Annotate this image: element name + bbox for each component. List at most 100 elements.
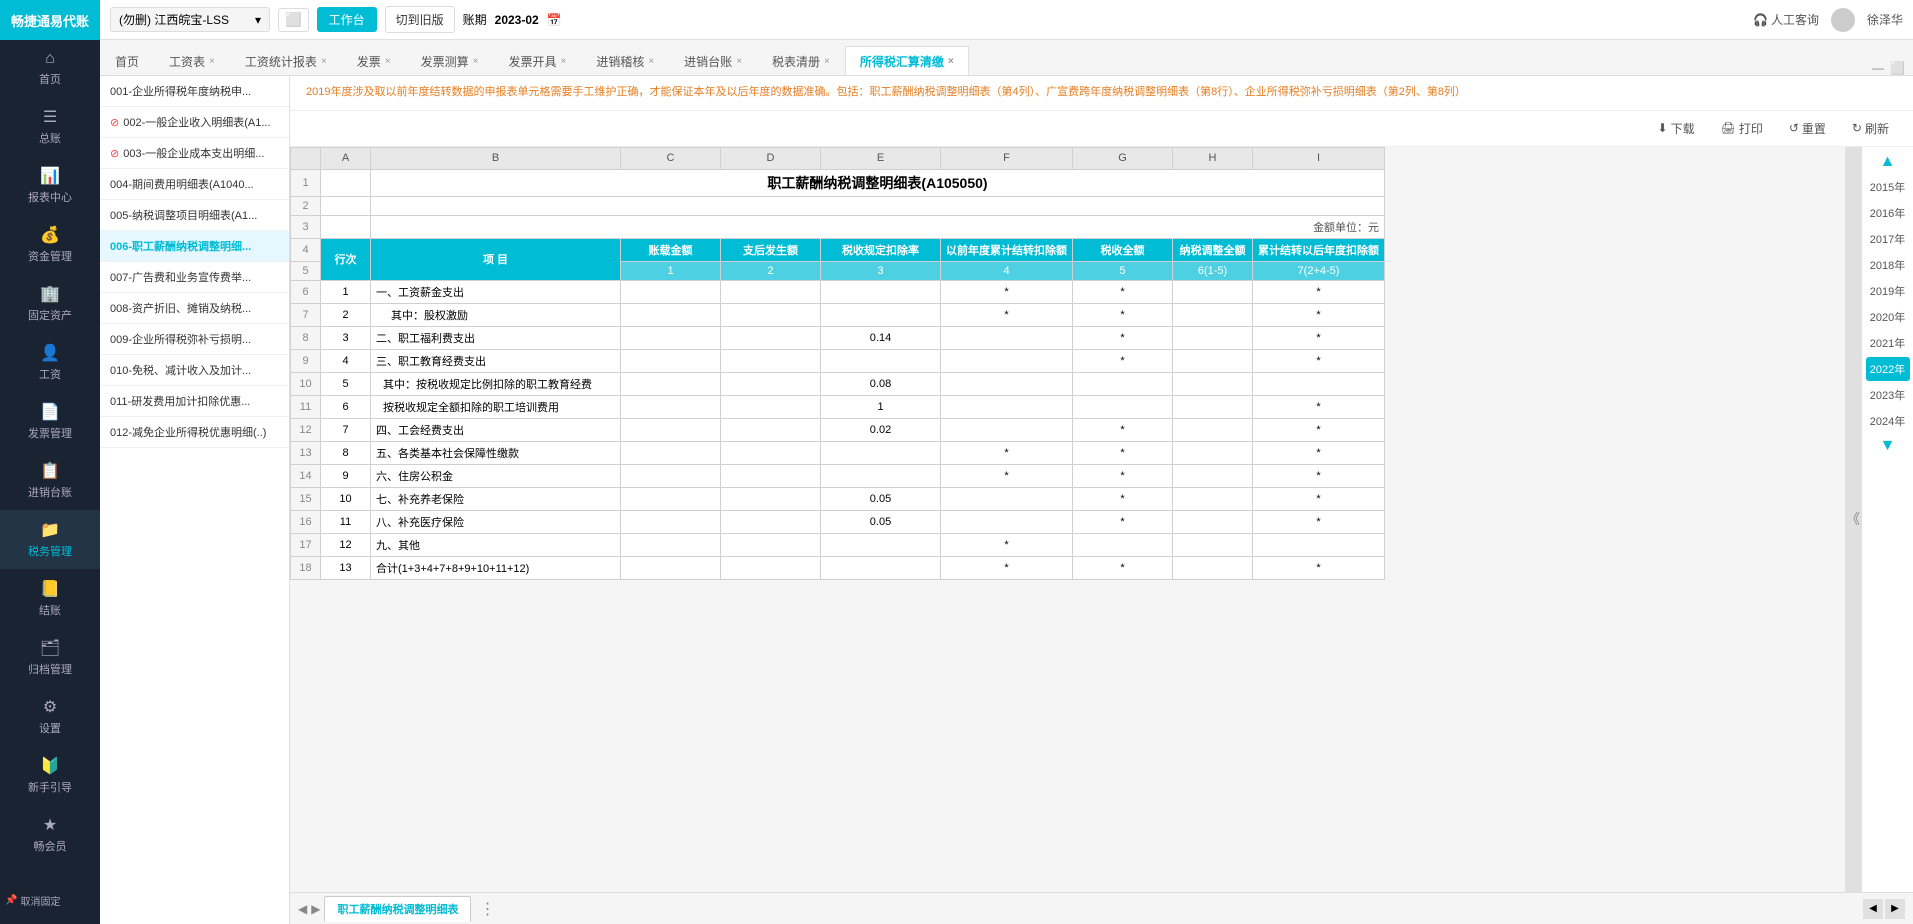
cell-c5[interactable]: * <box>1073 326 1173 349</box>
year-item-2017[interactable]: 2017年 <box>1866 227 1910 251</box>
scroll-right-btn[interactable]: ▶ <box>1885 899 1905 919</box>
cell-label[interactable]: 其中：按税收规定比例扣除的职工教育经费 <box>371 372 621 395</box>
sidebar-item-archive[interactable]: 🗂 归档管理 <box>0 628 100 687</box>
cell-num[interactable]: 7 <box>321 418 371 441</box>
sidebar-item-settings[interactable]: ⚙ 设置 <box>0 687 100 746</box>
list-item-10[interactable]: 011-研发费用加计扣除优惠... <box>100 386 289 417</box>
spreadsheet-main[interactable]: A B C D E F G H I <box>290 147 1845 892</box>
sidebar-item-funds[interactable]: 💰 资金管理 <box>0 215 100 274</box>
cell-c5[interactable]: * <box>1073 418 1173 441</box>
list-item-5[interactable]: 006-职工薪酬纳税调整明细... <box>100 231 289 262</box>
cell-c1[interactable] <box>621 533 721 556</box>
list-item-8[interactable]: 009-企业所得税弥补亏损明... <box>100 324 289 355</box>
cell-c4[interactable]: * <box>941 556 1073 579</box>
tab-tax-book-close[interactable]: × <box>824 56 830 67</box>
cell-c3[interactable] <box>821 280 941 303</box>
tab-home[interactable]: 首页 <box>100 46 154 76</box>
year-item-2016[interactable]: 2016年 <box>1866 201 1910 225</box>
bottom-tab-main[interactable]: 职工薪酬纳税调整明细表 <box>324 896 471 922</box>
tab-invoice-calc-close[interactable]: × <box>473 56 479 67</box>
scroll-left-btn[interactable]: ◀ <box>1863 899 1883 919</box>
right-scroll-btn[interactable]: ▶ <box>311 902 320 916</box>
cell-c6[interactable] <box>1173 280 1253 303</box>
tab-invoice-open[interactable]: 发票开具 × <box>493 46 581 76</box>
cell-c5[interactable]: * <box>1073 487 1173 510</box>
cell-num[interactable]: 3 <box>321 326 371 349</box>
year-item-2018[interactable]: 2018年 <box>1866 253 1910 277</box>
cell-num[interactable]: 8 <box>321 441 371 464</box>
cell-num[interactable]: 13 <box>321 556 371 579</box>
copy-btn[interactable]: ⬜ <box>278 8 309 32</box>
cell-c4[interactable] <box>941 487 1073 510</box>
cell-c4[interactable]: * <box>941 280 1073 303</box>
cell-label[interactable]: 四、工会经费支出 <box>371 418 621 441</box>
cell-c5[interactable] <box>1073 533 1173 556</box>
refresh-button[interactable]: ↻ 刷新 <box>1844 117 1897 140</box>
cell-num[interactable]: 11 <box>321 510 371 533</box>
cell-num[interactable]: 4 <box>321 349 371 372</box>
cell-c7[interactable]: * <box>1253 326 1385 349</box>
cell-label[interactable]: 五、各类基本社会保障性缴款 <box>371 441 621 464</box>
cell-c7[interactable] <box>1253 533 1385 556</box>
year-item-2024[interactable]: 2024年 <box>1866 409 1910 433</box>
tab-salary-report[interactable]: 工资统计报表 × <box>230 46 342 76</box>
cell-c2[interactable] <box>721 418 821 441</box>
cell-c7[interactable]: * <box>1253 556 1385 579</box>
list-item-4[interactable]: 005-纳税调整项目明细表(A1... <box>100 200 289 231</box>
reset-button[interactable]: ↺ 重置 <box>1781 117 1834 140</box>
cell-num[interactable]: 9 <box>321 464 371 487</box>
cell-c3[interactable] <box>821 303 941 326</box>
sidebar-item-salary[interactable]: 👤 工资 <box>0 333 100 392</box>
cell-c2[interactable] <box>721 349 821 372</box>
cell-c7[interactable]: * <box>1253 487 1385 510</box>
cell-c6[interactable] <box>1173 441 1253 464</box>
cell-num[interactable]: 6 <box>321 395 371 418</box>
tab-check[interactable]: 进销稽核 × <box>581 46 669 76</box>
left-scroll-btn[interactable]: ◀ <box>298 902 307 916</box>
cell-label[interactable]: 按税收规定全额扣除的职工培训费用 <box>371 395 621 418</box>
cell-c6[interactable] <box>1173 418 1253 441</box>
year-item-2022[interactable]: 2022年 <box>1866 357 1910 381</box>
tab-minimize-icon[interactable]: — <box>1872 61 1884 75</box>
sidebar-item-tax[interactable]: 📁 税务管理 <box>0 510 100 569</box>
cell-num[interactable]: 5 <box>321 372 371 395</box>
cell-c5[interactable]: * <box>1073 280 1173 303</box>
cell-c5[interactable]: * <box>1073 556 1173 579</box>
cell-c3[interactable]: 0.05 <box>821 487 941 510</box>
cell-label[interactable]: 一、工资薪金支出 <box>371 280 621 303</box>
cell-c2[interactable] <box>721 441 821 464</box>
cell-label[interactable]: 六、住房公积金 <box>371 464 621 487</box>
year-item-2023[interactable]: 2023年 <box>1866 383 1910 407</box>
cell-c7[interactable]: * <box>1253 349 1385 372</box>
cell-c2[interactable] <box>721 280 821 303</box>
cell-label[interactable]: 八、补充医疗保险 <box>371 510 621 533</box>
cell-c4[interactable]: * <box>941 464 1073 487</box>
sidebar-item-guide[interactable]: 🔰 新手引导 <box>0 746 100 805</box>
collapse-panel-btn[interactable]: 《 <box>1845 147 1861 892</box>
sidebar-item-assets[interactable]: 🏢 固定资产 <box>0 274 100 333</box>
list-item-1[interactable]: ⊘ 002-一般企业收入明细表(A1... <box>100 107 289 138</box>
cell-num[interactable]: 12 <box>321 533 371 556</box>
cell-2-A[interactable] <box>321 196 371 215</box>
bottom-dots[interactable]: ⋮ <box>479 899 495 919</box>
cell-c4[interactable] <box>941 510 1073 533</box>
tab-invoice-close[interactable]: × <box>385 56 391 67</box>
download-button[interactable]: ⬇ 下载 <box>1650 117 1703 140</box>
cell-c1[interactable] <box>621 556 721 579</box>
cell-c5[interactable]: * <box>1073 464 1173 487</box>
cell-c1[interactable] <box>621 487 721 510</box>
sidebar-item-settle[interactable]: 📒 结账 <box>0 569 100 628</box>
tab-ledger[interactable]: 进销台账 × <box>669 46 757 76</box>
year-item-2019[interactable]: 2019年 <box>1866 279 1910 303</box>
cell-c1[interactable] <box>621 395 721 418</box>
cell-label[interactable]: 二、职工福利费支出 <box>371 326 621 349</box>
sidebar-item-member[interactable]: ★ 畅会员 <box>0 805 100 864</box>
cell-c5[interactable]: * <box>1073 303 1173 326</box>
cell-label[interactable]: 其中：股权激励 <box>371 303 621 326</box>
cell-label[interactable]: 合计(1+3+4+7+8+9+10+11+12) <box>371 556 621 579</box>
cell-c7[interactable]: * <box>1253 464 1385 487</box>
cell-c2[interactable] <box>721 303 821 326</box>
cell-label[interactable]: 七、补充养老保险 <box>371 487 621 510</box>
cell-c2[interactable] <box>721 533 821 556</box>
cell-c3[interactable]: 0.02 <box>821 418 941 441</box>
